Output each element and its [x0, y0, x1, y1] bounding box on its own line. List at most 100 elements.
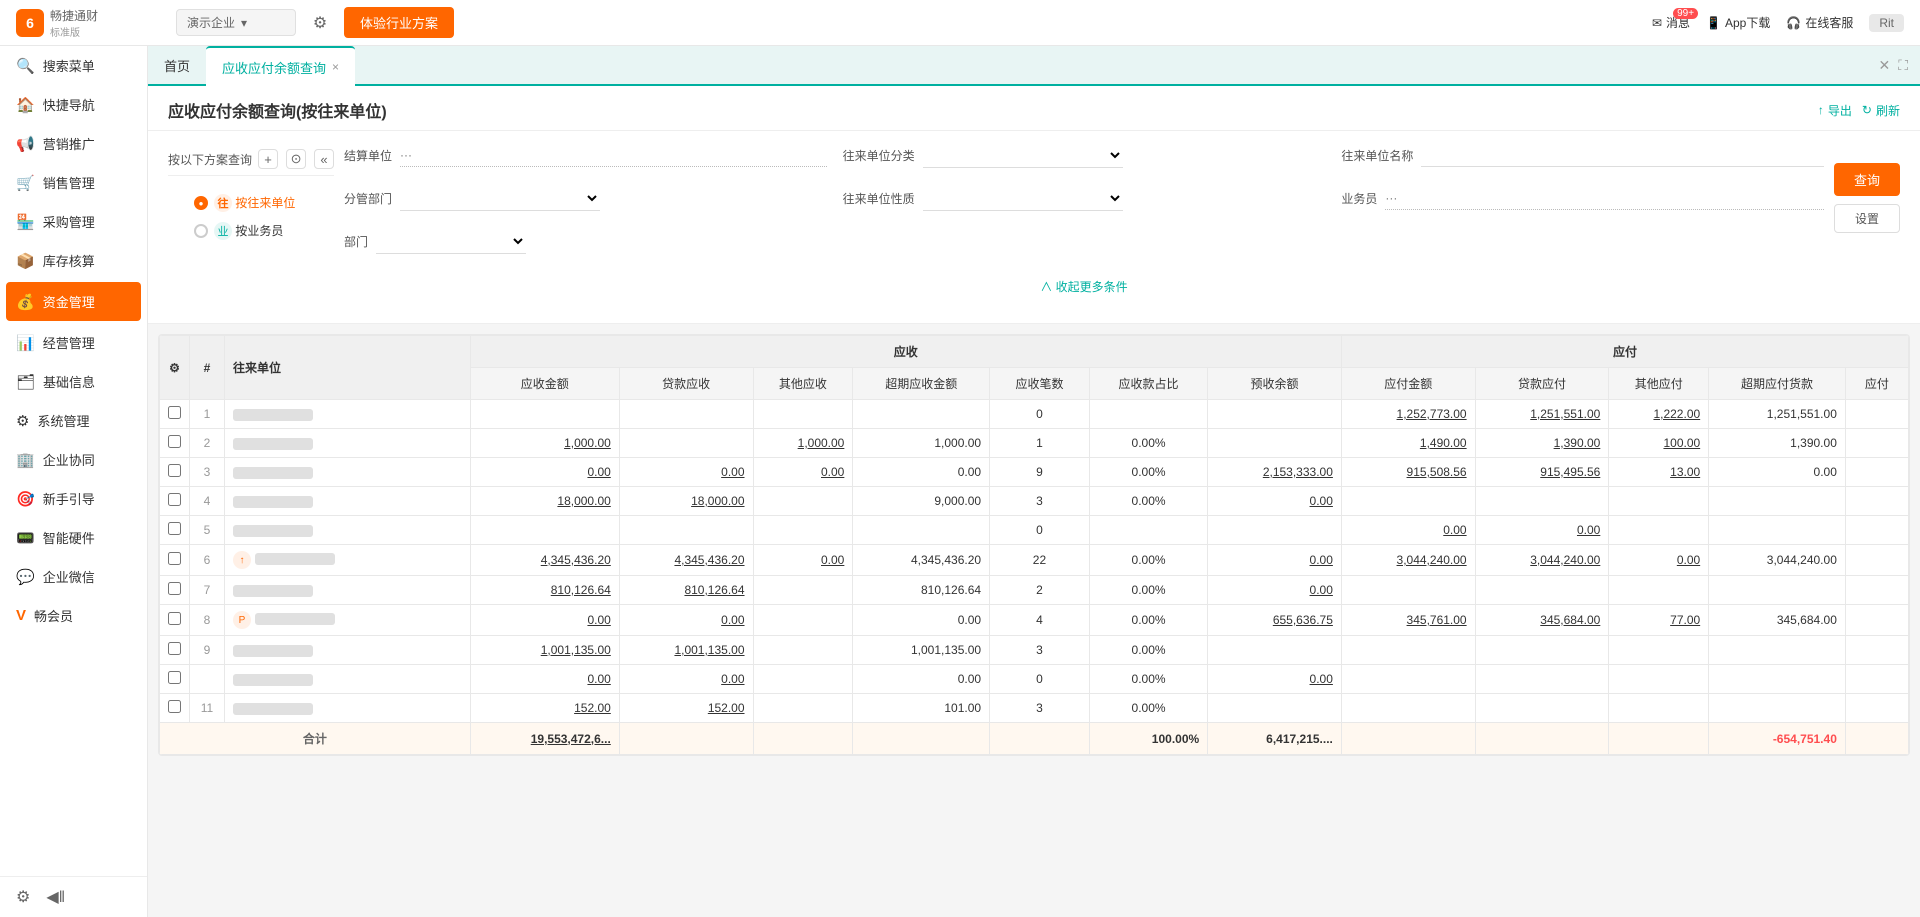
col-ap-amount[interactable]: 应付金额: [1341, 368, 1475, 400]
app-logo-badge: 标准版: [50, 24, 98, 39]
table-container: ⚙ # 往来单位 应收 应付 应收金额 贷款应收 其他应收 超期应收金额 应收笔…: [158, 334, 1910, 756]
scheme-actions: + ⊙ «: [258, 149, 334, 169]
filter-input-partner-name[interactable]: [1421, 144, 1824, 167]
footer-ap-loan: [1475, 723, 1609, 755]
filter-scheme-label: 按以下方案查询: [168, 151, 252, 168]
top-bar: 6 畅捷通财 标准版 演示企业 ▾ ⚙ 体验行业方案 ✉ 消息 99+ 📱 Ap…: [0, 0, 1920, 46]
sidebar-settings-icon[interactable]: ⚙: [16, 887, 30, 907]
filter-select-dept[interactable]: [400, 186, 600, 211]
col-ar-prepay[interactable]: 预收余额: [1208, 368, 1342, 400]
col-ar-loan[interactable]: 贷款应收: [619, 368, 753, 400]
sidebar-item-smart-hardware[interactable]: 📟 智能硬件: [0, 518, 147, 557]
sidebar-item-operations[interactable]: 📊 经营管理: [0, 323, 147, 362]
col-ar-count[interactable]: 应收笔数: [990, 368, 1090, 400]
sidebar-item-beginner[interactable]: 🎯 新手引导: [0, 479, 147, 518]
nav-option-partner-label: 往 按往来单位: [214, 194, 295, 212]
footer-ap-amount: [1341, 723, 1475, 755]
window-expand-icon[interactable]: ⛶: [1898, 57, 1908, 74]
nav-option-partner[interactable]: ● 往 按往来单位: [188, 190, 334, 216]
app-logo-name: 畅捷通财: [50, 7, 98, 24]
tab-home[interactable]: 首页: [148, 46, 206, 85]
settings-button[interactable]: 设置: [1834, 204, 1900, 233]
tab-active[interactable]: 应收应付余额查询 ×: [206, 46, 355, 86]
sidebar-collapse-icon[interactable]: ◀‖: [46, 887, 65, 907]
col-ap-loan[interactable]: 贷款应付: [1475, 368, 1609, 400]
sidebar-item-wechat[interactable]: 💬 企业微信: [0, 557, 147, 596]
table-row: 418,000.0018,000.009,000.0030.00%0.00: [160, 487, 1909, 516]
trial-button[interactable]: 体验行业方案: [344, 7, 454, 38]
sidebar-item-label: 系统管理: [37, 411, 89, 430]
col-ar-overdue[interactable]: 超期应收金额: [853, 368, 990, 400]
sidebar-item-finance[interactable]: 💰 资金管理: [6, 282, 141, 321]
scheme-collapse-btn[interactable]: «: [314, 149, 334, 169]
filter-select-nature[interactable]: [923, 186, 1123, 211]
sidebar-item-inventory[interactable]: 📦 库存核算: [0, 241, 147, 280]
service-icon: 🎧: [1786, 16, 1801, 30]
sidebar-item-purchase[interactable]: 🏪 采购管理: [0, 202, 147, 241]
system-icon: ⚙: [16, 412, 29, 430]
collapse-more-btn[interactable]: ∧ 收起更多条件: [344, 272, 1824, 301]
sidebar-item-label: 营销推广: [43, 134, 95, 153]
sidebar-item-vip[interactable]: V 畅会员: [0, 596, 147, 635]
filter-label-nature: 往来单位性质: [843, 190, 915, 207]
sidebar-item-label: 企业微信: [43, 567, 95, 586]
col-ar-ratio[interactable]: 应收款占比: [1089, 368, 1207, 400]
window-close-icon[interactable]: ✕: [1878, 57, 1890, 74]
refresh-icon: ↻: [1862, 103, 1872, 117]
col-ap-overdue[interactable]: 超期应付货款: [1709, 368, 1846, 400]
online-service-button[interactable]: 🎧 在线客服: [1786, 14, 1853, 31]
company-selector[interactable]: 演示企业 ▾: [176, 9, 296, 36]
sidebar-item-enterprise[interactable]: 🏢 企业协同: [0, 440, 147, 479]
filter-input-salesperson[interactable]: [1385, 187, 1824, 210]
filter-input-settle[interactable]: [400, 144, 827, 167]
col-ar-other[interactable]: 其他应收: [753, 368, 853, 400]
nav-option-salesperson[interactable]: 业 按业务员: [188, 218, 334, 244]
filter-row-2: 分管部门 往来单位性质 业务员: [344, 186, 1824, 211]
col-gear[interactable]: ⚙: [160, 336, 190, 400]
query-button[interactable]: 查询: [1834, 163, 1900, 196]
purchase-icon: 🏪: [16, 213, 35, 231]
footer-ar-other: [753, 723, 853, 755]
col-ap-remain[interactable]: 应付: [1845, 368, 1908, 400]
col-ar-amount[interactable]: 应收金额: [470, 368, 619, 400]
col-ap-other[interactable]: 其他应付: [1609, 368, 1709, 400]
sidebar-item-label: 搜索菜单: [43, 56, 95, 75]
footer-ap-remain: [1845, 723, 1908, 755]
export-button[interactable]: ↑ 导出: [1818, 102, 1852, 119]
content-area: 应收应付余额查询(按往来单位) ↑ 导出 ↻ 刷新: [148, 86, 1920, 917]
table-row: 91,001,135.001,001,135.001,001,135.0030.…: [160, 636, 1909, 665]
filter-area: 按以下方案查询 + ⊙ «: [148, 131, 1920, 324]
sidebar-item-marketing[interactable]: 📢 营销推广: [0, 124, 147, 163]
top-bar-right: ✉ 消息 99+ 📱 App下载 🎧 在线客服 Rit: [1652, 14, 1904, 32]
sidebar-item-quick-nav[interactable]: 🏠 快捷导航: [0, 85, 147, 124]
scheme-add-btn[interactable]: +: [258, 149, 278, 169]
footer-ar-prepay: 6,417,215....: [1208, 723, 1342, 755]
col-group-receivable: 应收: [470, 336, 1341, 368]
filter-scheme: 按以下方案查询 + ⊙ «: [168, 143, 334, 176]
radio-salesperson: [194, 224, 208, 238]
refresh-button[interactable]: ↻ 刷新: [1862, 102, 1900, 119]
salesperson-tag-icon: 业: [214, 222, 232, 240]
filter-row-3: 部门: [344, 229, 1824, 254]
footer-label: 合计: [160, 723, 471, 755]
filter-select-department[interactable]: [376, 229, 526, 254]
sidebar-item-system[interactable]: ⚙ 系统管理: [0, 401, 147, 440]
tab-active-label: 应收应付余额查询: [222, 58, 326, 77]
footer-ar-loan: [619, 723, 753, 755]
sidebar-item-label: 畅会员: [34, 606, 73, 625]
table-row: 21,000.001,000.001,000.0010.00%1,490.001…: [160, 429, 1909, 458]
sidebar-item-search-menu[interactable]: 🔍 搜索菜单: [0, 46, 147, 85]
tab-close-icon[interactable]: ×: [332, 60, 339, 74]
sidebar-item-basic-info[interactable]: 🗂 基础信息: [0, 362, 147, 401]
app-download-button[interactable]: 📱 App下载: [1706, 14, 1770, 31]
search-menu-icon: 🔍: [16, 57, 35, 75]
footer-ap-overdue: -654,751.40: [1709, 723, 1846, 755]
filter-cell-nature: 往来单位性质: [843, 186, 1326, 211]
filter-select-category[interactable]: [923, 143, 1123, 168]
filter-cell-category: 往来单位分类: [843, 143, 1326, 168]
sidebar-item-sales[interactable]: 🛒 销售管理: [0, 163, 147, 202]
top-settings-button[interactable]: ⚙: [306, 9, 334, 37]
scheme-settings-btn[interactable]: ⊙: [286, 149, 306, 169]
messages-button[interactable]: ✉ 消息 99+: [1652, 14, 1690, 31]
user-avatar[interactable]: Rit: [1869, 14, 1904, 32]
